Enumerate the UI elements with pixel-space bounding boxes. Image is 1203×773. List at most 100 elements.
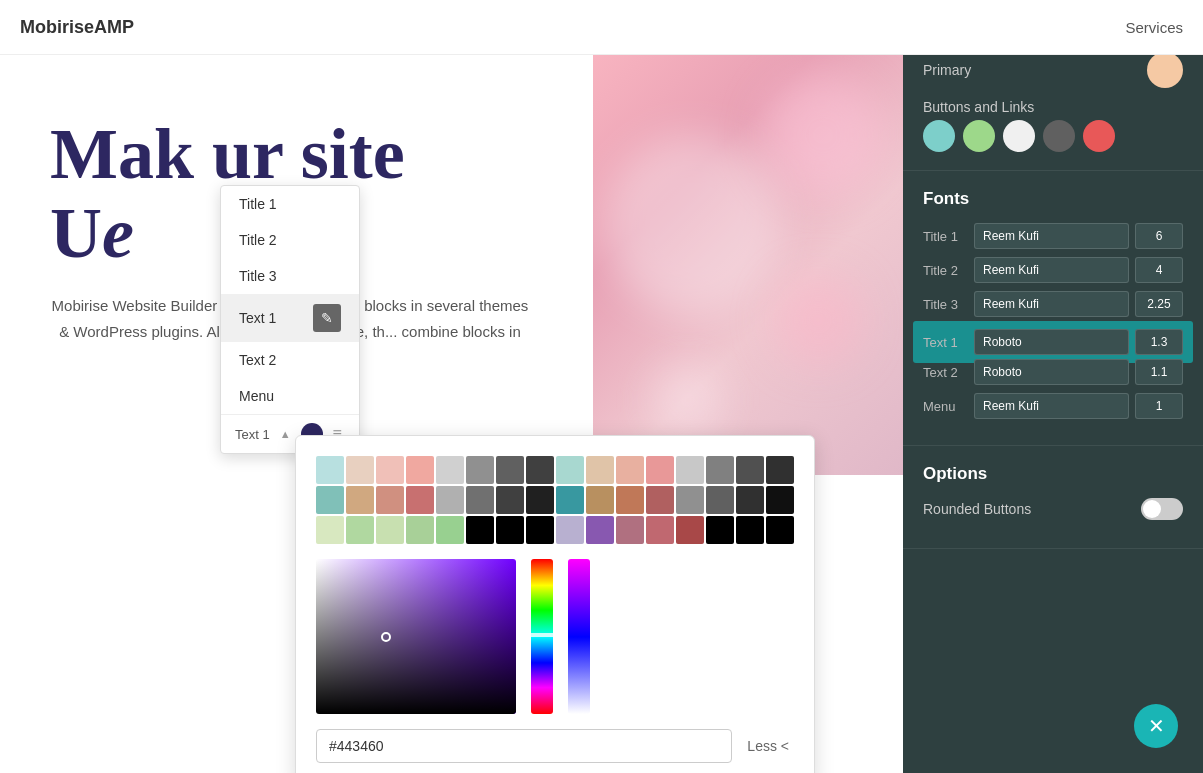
font-size-input[interactable] xyxy=(1135,393,1183,419)
color-swatch[interactable] xyxy=(586,516,614,544)
dropdown-item-text2[interactable]: Text 2 xyxy=(221,342,359,378)
color-swatch[interactable] xyxy=(346,456,374,484)
color-swatch[interactable] xyxy=(376,456,404,484)
dropdown-item-title3[interactable]: Title 3 xyxy=(221,258,359,294)
color-swatch[interactable] xyxy=(616,486,644,514)
color-swatch[interactable] xyxy=(406,486,434,514)
color-swatch[interactable] xyxy=(466,486,494,514)
close-icon: ✕ xyxy=(1148,714,1165,738)
primary-color-swatch[interactable] xyxy=(1147,52,1183,88)
font-size-input[interactable] xyxy=(1135,223,1183,249)
link-color-swatch[interactable] xyxy=(963,120,995,152)
rounded-buttons-toggle[interactable] xyxy=(1141,498,1183,520)
color-swatch[interactable] xyxy=(526,456,554,484)
dropdown-item-menu[interactable]: Menu xyxy=(221,378,359,414)
color-swatch[interactable] xyxy=(736,456,764,484)
primary-label: Primary xyxy=(923,62,971,78)
color-swatch[interactable] xyxy=(466,456,494,484)
options-title: Options xyxy=(923,464,1183,484)
font-size-input[interactable] xyxy=(1135,257,1183,283)
font-row-label: Text 2 xyxy=(923,365,968,380)
color-swatch[interactable] xyxy=(496,516,524,544)
color-swatch[interactable] xyxy=(556,456,584,484)
font-style-dropdown: Title 1 Title 2 Title 3 Text 1 ✎ Text 2 … xyxy=(220,185,360,454)
alpha-bar[interactable] xyxy=(568,559,590,714)
hue-bar[interactable] xyxy=(531,559,553,714)
color-swatch[interactable] xyxy=(646,486,674,514)
color-swatch[interactable] xyxy=(676,486,704,514)
color-swatch[interactable] xyxy=(706,456,734,484)
font-select[interactable]: Roboto xyxy=(974,359,1129,385)
color-swatch[interactable] xyxy=(436,456,464,484)
font-size-input[interactable] xyxy=(1135,291,1183,317)
hex-input[interactable] xyxy=(316,729,732,763)
buttons-links-row: Buttons and Links xyxy=(923,98,1183,152)
color-swatch[interactable] xyxy=(736,516,764,544)
color-swatch[interactable] xyxy=(556,486,584,514)
font-size-input[interactable] xyxy=(1135,359,1183,385)
font-select[interactable]: Reem Kufi xyxy=(974,393,1129,419)
less-button[interactable]: Less < xyxy=(742,738,794,754)
edit-text1-button[interactable]: ✎ xyxy=(313,304,341,332)
color-swatch[interactable] xyxy=(436,486,464,514)
dropdown-item-text1[interactable]: Text 1 ✎ xyxy=(221,294,359,342)
font-select[interactable]: Roboto xyxy=(974,329,1129,355)
color-swatch[interactable] xyxy=(496,456,524,484)
color-swatch[interactable] xyxy=(376,486,404,514)
hue-indicator xyxy=(531,633,553,637)
font-row-label: Menu xyxy=(923,399,968,414)
font-row-label: Title 1 xyxy=(923,229,968,244)
color-swatch[interactable] xyxy=(526,486,554,514)
color-swatch[interactable] xyxy=(646,516,674,544)
gradient-picker[interactable] xyxy=(316,559,516,714)
color-swatch[interactable] xyxy=(586,486,614,514)
dropdown-footer-label: Text 1 xyxy=(235,427,270,442)
buttons-links-label: Buttons and Links xyxy=(923,99,1034,115)
color-picker-panel: Less < xyxy=(295,435,815,773)
color-swatch[interactable] xyxy=(406,456,434,484)
link-color-swatch[interactable] xyxy=(1083,120,1115,152)
rounded-buttons-row: Rounded Buttons xyxy=(923,498,1183,520)
color-swatch[interactable] xyxy=(376,516,404,544)
link-color-swatch[interactable] xyxy=(1003,120,1035,152)
color-swatch[interactable] xyxy=(586,456,614,484)
color-swatch[interactable] xyxy=(496,486,524,514)
swatches-grid xyxy=(316,456,794,544)
color-swatch[interactable] xyxy=(766,456,794,484)
color-swatch[interactable] xyxy=(526,516,554,544)
color-swatch[interactable] xyxy=(316,516,344,544)
color-swatch[interactable] xyxy=(556,516,584,544)
nav-links[interactable]: Services xyxy=(1125,19,1183,36)
color-swatch[interactable] xyxy=(316,486,344,514)
font-row-title2: Title 2Reem Kufi xyxy=(923,257,1183,283)
hex-row: Less < xyxy=(316,729,794,763)
fonts-title: Fonts xyxy=(923,189,1183,209)
color-swatch[interactable] xyxy=(646,456,674,484)
font-select[interactable]: Reem Kufi xyxy=(974,291,1129,317)
color-swatch[interactable] xyxy=(706,516,734,544)
font-select[interactable]: Reem Kufi xyxy=(974,223,1129,249)
link-color-swatch[interactable] xyxy=(1043,120,1075,152)
color-swatch[interactable] xyxy=(676,516,704,544)
link-color-swatch[interactable] xyxy=(923,120,955,152)
dropdown-item-title1[interactable]: Title 1 xyxy=(221,186,359,222)
color-swatch[interactable] xyxy=(616,516,644,544)
color-swatch[interactable] xyxy=(736,486,764,514)
color-swatch[interactable] xyxy=(766,516,794,544)
dropdown-item-title2[interactable]: Title 2 xyxy=(221,222,359,258)
buttons-links-swatches xyxy=(923,120,1183,152)
close-button[interactable]: ✕ xyxy=(1134,704,1178,748)
color-swatch[interactable] xyxy=(316,456,344,484)
color-swatch[interactable] xyxy=(406,516,434,544)
font-select[interactable]: Reem Kufi xyxy=(974,257,1129,283)
font-size-input[interactable] xyxy=(1135,329,1183,355)
color-swatch[interactable] xyxy=(706,486,734,514)
color-swatch[interactable] xyxy=(436,516,464,544)
color-swatch[interactable] xyxy=(346,516,374,544)
color-swatch[interactable] xyxy=(466,516,494,544)
hero-image xyxy=(593,55,903,475)
color-swatch[interactable] xyxy=(616,456,644,484)
color-swatch[interactable] xyxy=(346,486,374,514)
color-swatch[interactable] xyxy=(766,486,794,514)
color-swatch[interactable] xyxy=(676,456,704,484)
